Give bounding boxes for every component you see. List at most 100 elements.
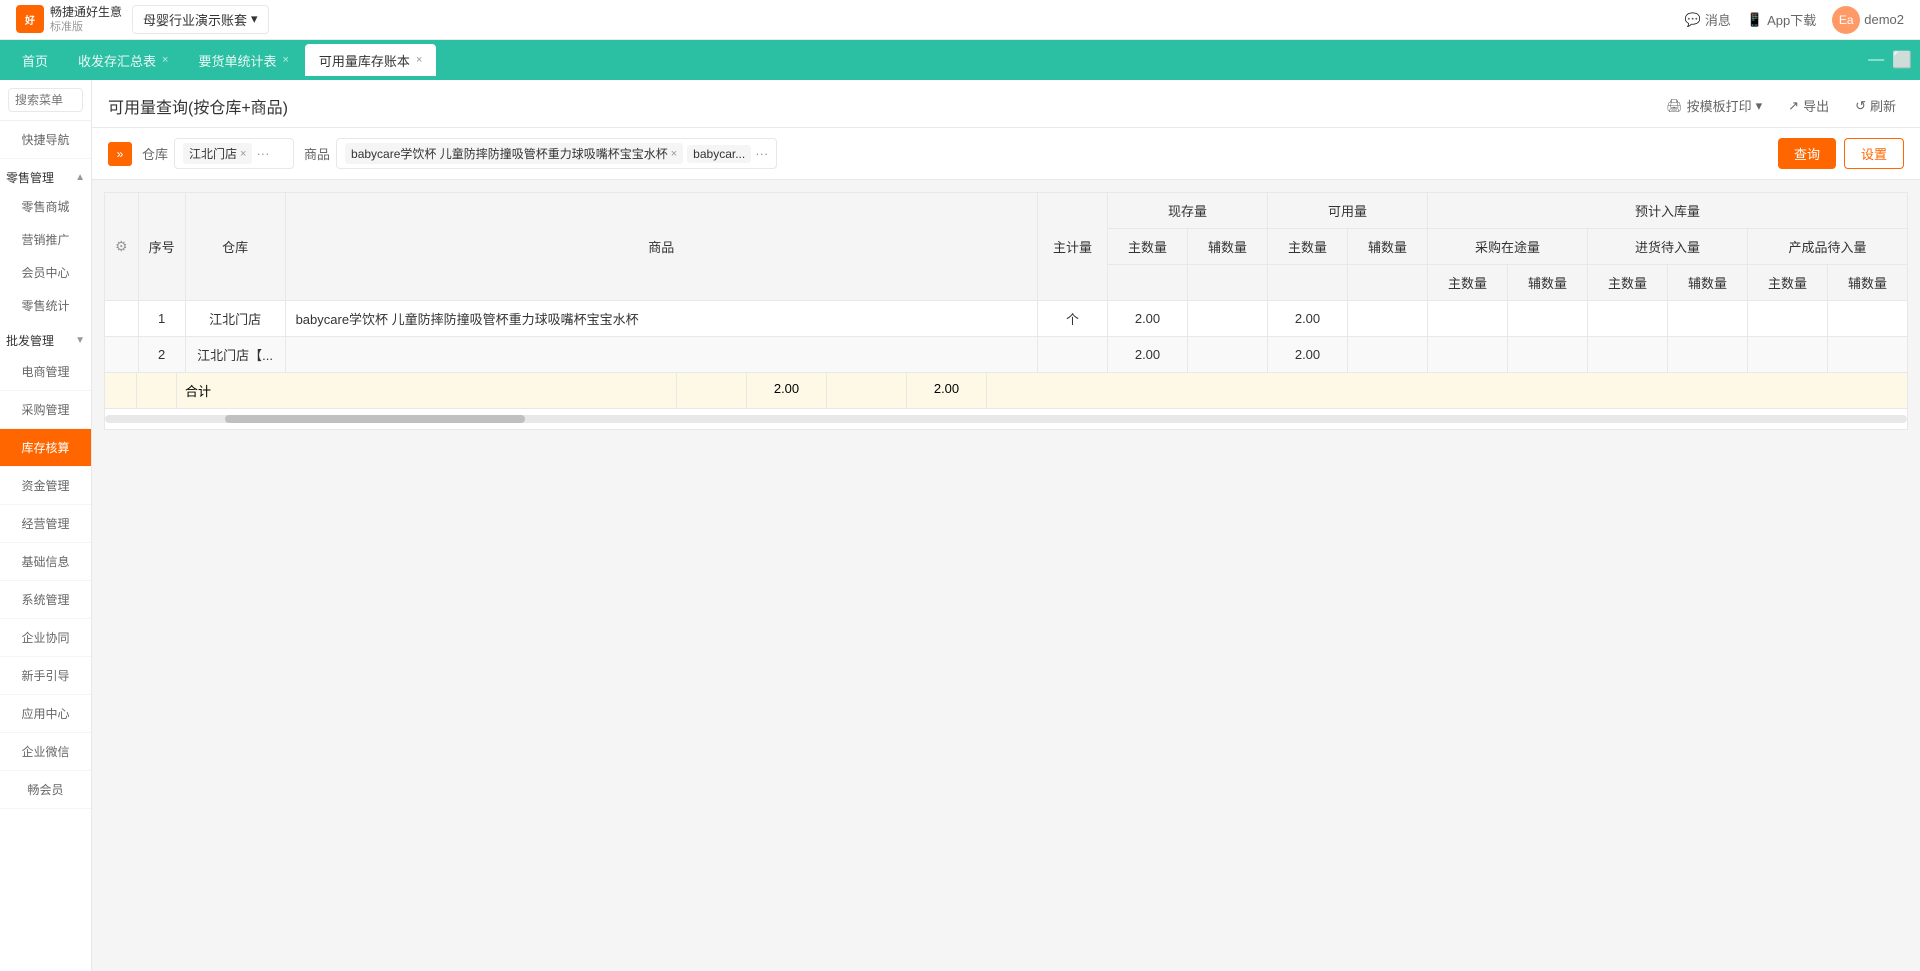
cell-stock-main-1: 2.00: [1108, 301, 1188, 337]
th-warehouse: 仓库: [185, 193, 285, 301]
user-info[interactable]: Ea demo2: [1832, 6, 1904, 34]
refresh-label: 刷新: [1870, 96, 1896, 115]
sidebar-item-kuaijie[interactable]: 快捷导航: [0, 121, 91, 159]
sidebar-item-ecommerce[interactable]: 电商管理: [0, 353, 91, 391]
cell-product-1: babycare学饮杯 儿童防摔防撞吸管杯重力球吸嘴杯宝宝水杯: [285, 301, 1037, 337]
th-available-group: 可用量: [1268, 193, 1428, 229]
warehouse-input[interactable]: 江北门店 × ···: [174, 138, 294, 169]
app-icon: 📱: [1747, 12, 1763, 28]
sidebar-item-inventory[interactable]: 库存核算: [0, 429, 91, 467]
th-prod-sub: 辅数量: [1828, 265, 1908, 301]
app-download-btn[interactable]: 📱 App下载: [1747, 10, 1816, 29]
cell-prod-main-1: [1748, 301, 1828, 337]
sidebar-item-operations[interactable]: 经营管理: [0, 505, 91, 543]
tab-receipts-close[interactable]: ×: [162, 54, 168, 66]
cell-settings-2: [105, 337, 139, 373]
th-products-pending-group: 产成品待入量: [1748, 229, 1908, 265]
sidebar-item-marketing[interactable]: 营销推广: [0, 223, 91, 256]
message-icon: 💬: [1685, 12, 1701, 28]
th-arrivals-main: 主数量: [1588, 265, 1668, 301]
sidebar-item-basics[interactable]: 基础信息: [0, 543, 91, 581]
tab-home-label: 首页: [22, 51, 48, 70]
tab-orders[interactable]: 要货单统计表 ×: [184, 44, 302, 76]
sidebar-item-retail-stats[interactable]: 零售统计: [0, 289, 91, 322]
th-settings: ⚙: [105, 193, 139, 301]
gear-icon[interactable]: ⚙: [115, 238, 128, 254]
th-avail-sub2: [1348, 265, 1428, 301]
warehouse-tag-close[interactable]: ×: [240, 148, 246, 160]
query-button[interactable]: 查询: [1778, 138, 1836, 169]
message-label: 消息: [1705, 10, 1731, 29]
sidebar-item-finance[interactable]: 资金管理: [0, 467, 91, 505]
cell-prod-main-2: [1748, 337, 1828, 373]
tab-actions: — ⬜: [1868, 50, 1912, 70]
th-stock-sub2: [1188, 265, 1268, 301]
app-download-label: App下载: [1767, 10, 1816, 29]
th-product: 商品: [285, 193, 1037, 301]
sidebar-group-wholesale[interactable]: 批发管理 ▼: [0, 322, 91, 353]
header-actions: 🖨 按模板打印 ▾ ↗ 导出 ↺ 刷新: [1658, 92, 1904, 119]
content-area: 可用量查询(按仓库+商品) 🖨 按模板打印 ▾ ↗ 导出 ↺ 刷新 »: [92, 80, 1920, 971]
message-btn[interactable]: 💬 消息: [1685, 10, 1731, 29]
cell-unit-2: [1038, 337, 1108, 373]
tab-available-stock-close[interactable]: ×: [416, 54, 422, 66]
cell-arrivals-main-1: [1588, 301, 1668, 337]
page-header: 可用量查询(按仓库+商品) 🖨 按模板打印 ▾ ↗ 导出 ↺ 刷新: [92, 80, 1920, 128]
sidebar-group-retail[interactable]: 零售管理 ▲: [0, 159, 91, 190]
cell-warehouse-1: 江北门店: [185, 301, 285, 337]
sidebar-item-enterprise[interactable]: 企业协同: [0, 619, 91, 657]
product-tag-2-value: babycar...: [693, 147, 745, 161]
maximize-btn[interactable]: ⬜: [1892, 50, 1912, 70]
filter-expand-btn[interactable]: »: [108, 142, 132, 166]
horizontal-scrollbar[interactable]: [105, 415, 1907, 423]
tab-orders-close[interactable]: ×: [282, 54, 288, 66]
tab-home[interactable]: 首页: [8, 44, 62, 76]
footer-stock-sub: [827, 373, 907, 408]
cell-warehouse-2: 江北门店【...: [185, 337, 285, 373]
product-more[interactable]: ···: [755, 146, 768, 161]
cell-purchase-sub-1: [1508, 301, 1588, 337]
top-bar-left: 好 畅捷通好生意 标准版 母婴行业演示账套 ▾: [16, 5, 269, 35]
cell-unit-1: 个: [1038, 301, 1108, 337]
refresh-btn[interactable]: ↺ 刷新: [1847, 92, 1904, 119]
search-input[interactable]: [8, 88, 83, 112]
product-input[interactable]: babycare学饮杯 儿童防摔防撞吸管杯重力球吸嘴杯宝宝水杯 × babyca…: [336, 138, 777, 169]
footer-cell-num: [137, 373, 177, 408]
sidebar-item-purchase[interactable]: 采购管理: [0, 391, 91, 429]
industry-selector[interactable]: 母婴行业演示账套 ▾: [132, 5, 269, 34]
sidebar-item-system[interactable]: 系统管理: [0, 581, 91, 619]
print-btn[interactable]: 🖨 按模板打印 ▾: [1658, 92, 1770, 119]
brand-icon: 好: [16, 5, 44, 33]
footer-cell-settings: [105, 373, 137, 408]
sidebar-item-wechat[interactable]: 企业微信: [0, 733, 91, 771]
table-row: 1 江北门店 babycare学饮杯 儿童防摔防撞吸管杯重力球吸嘴杯宝宝水杯 个…: [105, 301, 1908, 337]
sidebar-item-member[interactable]: 会员中心: [0, 256, 91, 289]
scroll-thumb[interactable]: [225, 415, 525, 423]
sidebar-item-member2[interactable]: 畅会员: [0, 771, 91, 809]
settings-button[interactable]: 设置: [1844, 138, 1904, 169]
sidebar-item-shop[interactable]: 零售商城: [0, 190, 91, 223]
product-tag-1-close[interactable]: ×: [671, 148, 677, 160]
sidebar-item-apps[interactable]: 应用中心: [0, 695, 91, 733]
tab-receipts[interactable]: 收发存汇总表 ×: [64, 44, 182, 76]
sidebar-search-container: [0, 80, 91, 121]
warehouse-more[interactable]: ···: [256, 146, 269, 161]
th-current-stock-group: 现存量: [1108, 193, 1268, 229]
top-bar: 好 畅捷通好生意 标准版 母婴行业演示账套 ▾ 💬 消息 📱 App下载 Ea …: [0, 0, 1920, 40]
tab-available-stock[interactable]: 可用量库存账本 ×: [305, 44, 436, 76]
export-btn[interactable]: ↗ 导出: [1780, 92, 1837, 119]
th-purchase-in-group: 采购在途量: [1428, 229, 1588, 265]
cell-settings: [105, 301, 139, 337]
refresh-icon: ↺: [1855, 98, 1866, 114]
print-label: 按模板打印: [1687, 96, 1752, 115]
sidebar-group-retail-label: 零售管理: [6, 169, 54, 186]
brand-logo: 好 畅捷通好生意 标准版: [16, 5, 122, 35]
filter-actions: 查询 设置: [1778, 138, 1904, 169]
th-stock-main2: [1108, 265, 1188, 301]
footer-rest: [987, 373, 1907, 408]
minimize-btn[interactable]: —: [1868, 51, 1884, 69]
export-label: 导出: [1803, 96, 1829, 115]
sidebar-item-newuser[interactable]: 新手引导: [0, 657, 91, 695]
cell-product-2: [285, 337, 1037, 373]
table-container: ⚙ 序号 仓库 商品 主计量 现存量 可用量 预计入库量 主数量 辅数量 主数量: [92, 180, 1920, 971]
